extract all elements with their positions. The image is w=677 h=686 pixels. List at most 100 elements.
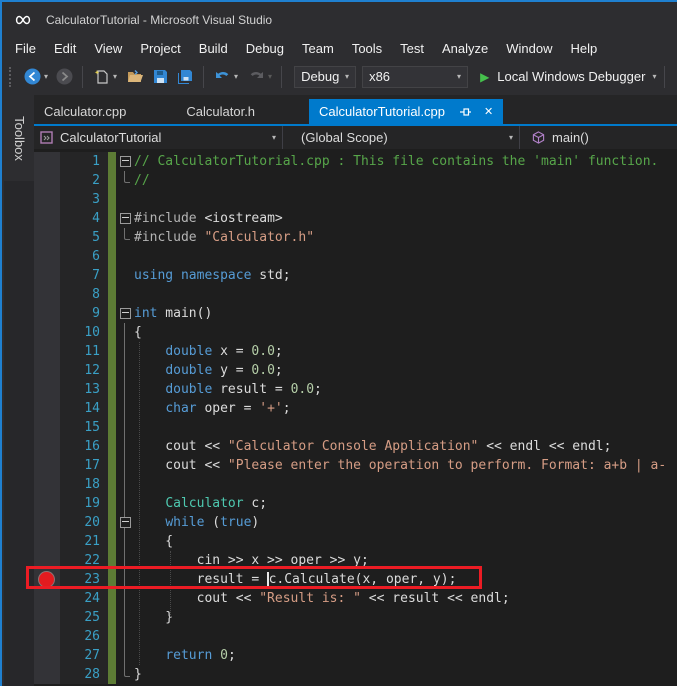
main-area: Toolbox Calculator.cppCalculator.hCalcul…	[4, 95, 677, 686]
breakpoint-margin[interactable]	[34, 494, 60, 513]
menu-edit[interactable]: Edit	[45, 39, 85, 58]
menu-analyze[interactable]: Analyze	[433, 39, 497, 58]
collapse-box-icon	[120, 517, 131, 528]
menu-window[interactable]: Window	[497, 39, 561, 58]
breakpoint-margin[interactable]	[34, 608, 60, 627]
title-bar: CalculatorTutorial - Microsoft Visual St…	[2, 2, 677, 37]
line-number: 26	[60, 627, 108, 646]
change-tracking-bar	[108, 380, 116, 399]
navigate-back-dropdown-icon[interactable]: ▾	[44, 72, 48, 81]
close-icon[interactable]: ✕	[484, 105, 493, 118]
project-dropdown-chevron-icon: ▾	[272, 133, 276, 142]
project-dropdown[interactable]: CalculatorTutorial ▾	[34, 126, 283, 149]
new-file-dropdown-icon[interactable]: ▾	[113, 72, 117, 81]
fold-margin	[116, 646, 134, 665]
breakpoint-margin[interactable]	[34, 304, 60, 323]
save-all-icon[interactable]	[176, 68, 194, 86]
menu-team[interactable]: Team	[293, 39, 343, 58]
open-file-icon[interactable]	[126, 68, 144, 86]
code-token: '+'	[259, 401, 282, 416]
menu-test[interactable]: Test	[391, 39, 433, 58]
breakpoint-margin[interactable]	[34, 570, 60, 589]
toolbox-tab[interactable]: Toolbox	[4, 95, 34, 181]
change-tracking-bar	[108, 171, 116, 190]
change-tracking-bar	[108, 589, 116, 608]
undo-dropdown-icon[interactable]: ▾	[234, 72, 238, 81]
breakpoint-margin[interactable]	[34, 513, 60, 532]
menu-tools[interactable]: Tools	[343, 39, 391, 58]
breakpoint-margin[interactable]	[34, 627, 60, 646]
fold-collapse-toggle[interactable]	[116, 209, 134, 228]
member-dropdown[interactable]: main()	[520, 126, 677, 149]
code-text: //	[134, 171, 677, 190]
navigate-back-icon[interactable]	[23, 68, 41, 86]
breakpoint-margin[interactable]	[34, 418, 60, 437]
fold-collapse-toggle[interactable]	[116, 513, 134, 532]
breakpoint-margin[interactable]	[34, 646, 60, 665]
breakpoint-margin[interactable]	[34, 551, 60, 570]
solution-platform-select[interactable]: x86 ▾	[362, 66, 468, 88]
solution-configuration-select[interactable]: Debug ▾	[294, 66, 356, 88]
change-tracking-bar	[108, 399, 116, 418]
breakpoint-margin[interactable]	[34, 190, 60, 209]
breakpoint-margin[interactable]	[34, 171, 60, 190]
breakpoint-margin[interactable]	[34, 380, 60, 399]
code-editor[interactable]: 1// CalculatorTutorial.cpp : This file c…	[34, 150, 677, 686]
breakpoint-margin[interactable]	[34, 399, 60, 418]
breakpoint-margin[interactable]	[34, 665, 60, 684]
line-number: 28	[60, 665, 108, 684]
solution-configuration-value: Debug	[301, 69, 339, 84]
breakpoint-margin[interactable]	[34, 323, 60, 342]
breakpoint-indicator[interactable]	[39, 572, 54, 587]
breakpoint-margin[interactable]	[34, 532, 60, 551]
breakpoint-margin[interactable]	[34, 589, 60, 608]
redo-dropdown-icon[interactable]: ▾	[268, 72, 272, 81]
line-number: 7	[60, 266, 108, 285]
breakpoint-margin[interactable]	[34, 285, 60, 304]
menu-file[interactable]: File	[6, 39, 45, 58]
save-icon[interactable]	[151, 68, 169, 86]
toolbar-grip[interactable]	[9, 67, 15, 87]
breakpoint-margin[interactable]	[34, 247, 60, 266]
fold-margin	[116, 475, 134, 494]
redo-icon[interactable]	[247, 68, 265, 86]
cpp-project-icon	[40, 131, 53, 144]
code-token: double	[165, 382, 212, 397]
navigate-forward-icon[interactable]	[55, 68, 73, 86]
menu-help[interactable]: Help	[562, 39, 607, 58]
code-token	[212, 648, 220, 663]
menu-debug[interactable]: Debug	[237, 39, 293, 58]
member-dropdown-label: main()	[552, 130, 589, 145]
menu-build[interactable]: Build	[190, 39, 237, 58]
tab-calculatortutorial-cpp[interactable]: CalculatorTutorial.cpp✕	[309, 99, 503, 124]
breakpoint-margin[interactable]	[34, 342, 60, 361]
new-file-icon[interactable]	[92, 68, 110, 86]
pin-icon[interactable]	[459, 106, 472, 118]
tab-calculator-cpp[interactable]: Calculator.cpp	[34, 99, 136, 124]
tab-calculator-h[interactable]: Calculator.h	[176, 99, 265, 124]
code-token: 0.0	[251, 363, 274, 378]
menu-view[interactable]: View	[85, 39, 131, 58]
breakpoint-margin[interactable]	[34, 266, 60, 285]
code-token: y =	[212, 363, 251, 378]
undo-icon[interactable]	[213, 68, 231, 86]
breakpoint-margin[interactable]	[34, 361, 60, 380]
code-text: #include "Calculator.h"	[134, 228, 677, 247]
scope-dropdown[interactable]: (Global Scope) ▾	[283, 126, 520, 149]
collapse-box-icon	[120, 308, 131, 319]
breakpoint-margin[interactable]	[34, 228, 60, 247]
breakpoint-margin[interactable]	[34, 209, 60, 228]
change-tracking-bar	[108, 361, 116, 380]
code-token: Calculator	[165, 496, 243, 511]
change-tracking-bar	[108, 209, 116, 228]
breakpoint-margin[interactable]	[34, 456, 60, 475]
breakpoint-margin[interactable]	[34, 437, 60, 456]
fold-collapse-toggle[interactable]	[116, 152, 134, 171]
fold-collapse-toggle[interactable]	[116, 304, 134, 323]
breakpoint-margin[interactable]	[34, 475, 60, 494]
change-tracking-bar	[108, 190, 116, 209]
code-token: (	[204, 515, 220, 530]
menu-project[interactable]: Project	[131, 39, 189, 58]
start-debugging-button[interactable]: ▶ Local Windows Debugger ▾	[480, 69, 656, 84]
breakpoint-margin[interactable]	[34, 152, 60, 171]
